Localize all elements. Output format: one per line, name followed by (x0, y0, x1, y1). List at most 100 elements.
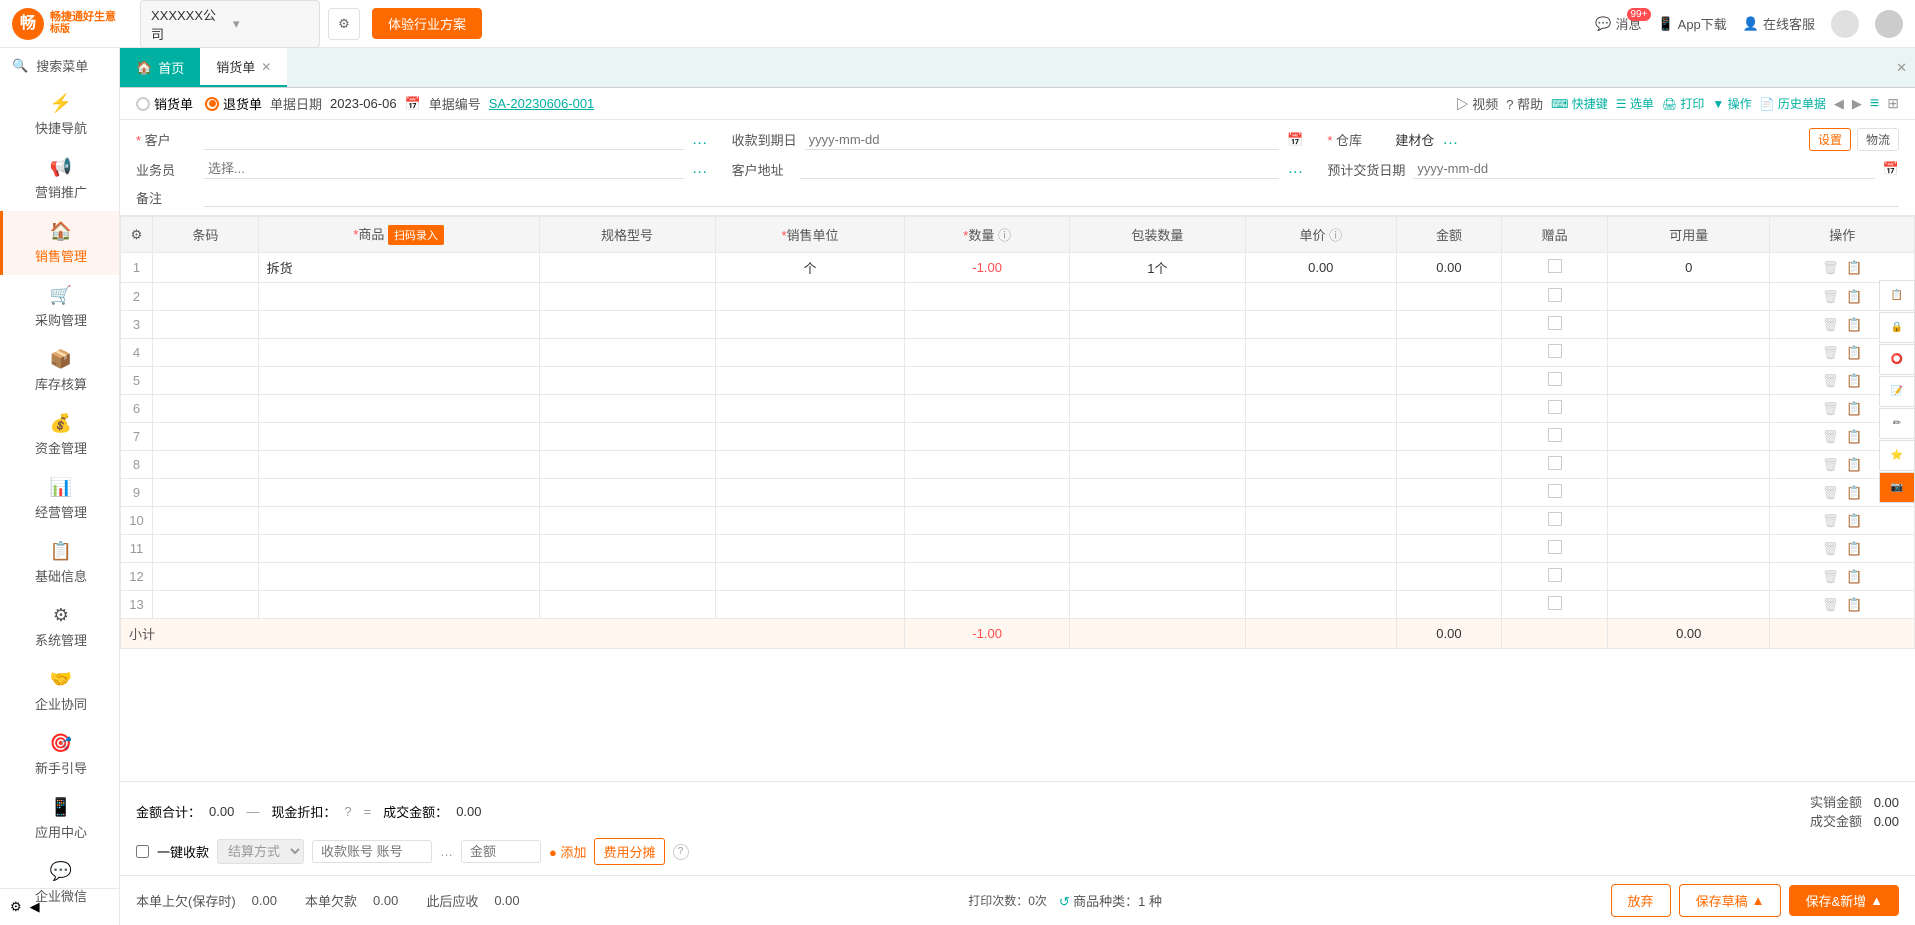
help-btn[interactable]: ? 帮助 (1506, 94, 1543, 113)
row-pkg-qty[interactable] (1069, 367, 1245, 395)
row-unit-price[interactable] (1245, 339, 1396, 367)
row-amount[interactable] (1396, 395, 1502, 423)
row-gift[interactable] (1502, 451, 1608, 479)
sidebar-item-system[interactable]: ⚙ 系统管理 (0, 595, 119, 659)
row-barcode[interactable] (153, 253, 259, 283)
row-qty[interactable] (905, 395, 1069, 423)
sidebar-item-sales[interactable]: 🏠 销售管理 (0, 211, 119, 275)
row-spec[interactable] (539, 507, 715, 535)
copy-icon[interactable]: 📋 (1846, 260, 1862, 275)
delete-icon[interactable]: 🗑 (1822, 597, 1839, 612)
row-amount[interactable] (1396, 479, 1502, 507)
row-gift[interactable] (1502, 253, 1608, 283)
row-gift[interactable] (1502, 507, 1608, 535)
rp-btn-1[interactable]: 📋 (1879, 280, 1915, 311)
sidebar-item-guide[interactable]: 🎯 新手引导 (0, 723, 119, 787)
company-selector[interactable]: XXXXXX公司 ▾ (140, 0, 320, 48)
row-unit[interactable] (715, 451, 905, 479)
delete-icon[interactable]: 🗑 (1822, 457, 1839, 472)
salesperson-ellipsis[interactable]: … (692, 160, 708, 178)
copy-icon[interactable]: 📋 (1846, 317, 1862, 332)
row-qty[interactable] (905, 367, 1069, 395)
row-amount[interactable]: 0.00 (1396, 253, 1502, 283)
row-pkg-qty[interactable] (1069, 479, 1245, 507)
discount-help[interactable]: ? (344, 804, 351, 819)
row-barcode[interactable] (153, 479, 259, 507)
row-unit[interactable]: 个 (715, 253, 905, 283)
amount-input[interactable] (461, 840, 541, 863)
row-barcode[interactable] (153, 395, 259, 423)
row-unit[interactable] (715, 423, 905, 451)
radio-sales-order[interactable]: 销货单 (136, 94, 193, 113)
row-amount[interactable] (1396, 591, 1502, 619)
copy-icon[interactable]: 📋 (1846, 597, 1862, 612)
copy-icon[interactable]: 📋 (1846, 345, 1862, 360)
calendar-icon-2[interactable]: 📅 (1287, 132, 1303, 148)
nav-next-btn[interactable]: ▶ (1852, 96, 1862, 112)
row-spec[interactable] (539, 535, 715, 563)
copy-icon[interactable]: 📋 (1846, 429, 1862, 444)
print-btn[interactable]: 🖨 打印 (1662, 95, 1705, 112)
delete-icon[interactable]: 🗑 (1822, 401, 1839, 416)
settings-button[interactable]: ⚙ (328, 8, 360, 40)
row-qty[interactable] (905, 591, 1069, 619)
row-barcode[interactable] (153, 339, 259, 367)
copy-icon[interactable]: 📋 (1846, 541, 1862, 556)
row-product[interactable]: 拆货 (258, 253, 539, 283)
row-unit[interactable] (715, 563, 905, 591)
row-unit-price[interactable] (1245, 563, 1396, 591)
row-pkg-qty[interactable] (1069, 535, 1245, 563)
row-product[interactable] (258, 367, 539, 395)
row-unit[interactable] (715, 311, 905, 339)
sidebar-collapse-icon[interactable]: ◀ (30, 899, 40, 915)
row-gift[interactable] (1502, 479, 1608, 507)
row-unit-price[interactable] (1245, 367, 1396, 395)
sidebar-item-inventory[interactable]: 📦 库存核算 (0, 339, 119, 403)
sidebar-settings-icon[interactable]: ⚙ (10, 899, 22, 915)
row-spec[interactable] (539, 479, 715, 507)
row-product[interactable] (258, 563, 539, 591)
row-product[interactable] (258, 535, 539, 563)
row-unit-price[interactable] (1245, 591, 1396, 619)
radio-return-order[interactable]: 退货单 (205, 94, 262, 113)
customer-input[interactable] (204, 130, 684, 150)
row-unit[interactable] (715, 507, 905, 535)
row-unit-price[interactable] (1245, 311, 1396, 339)
sidebar-item-finance[interactable]: 💰 资金管理 (0, 403, 119, 467)
row-pkg-qty[interactable] (1069, 283, 1245, 311)
row-pkg-qty[interactable] (1069, 451, 1245, 479)
sidebar-item-marketing[interactable]: 📢 营销推广 (0, 147, 119, 211)
shortcut-btn[interactable]: ⌨ 快捷键 (1551, 95, 1608, 112)
account-input[interactable] (312, 840, 432, 863)
salesperson-input[interactable] (204, 159, 684, 179)
scan-btn[interactable]: 扫码录入 (388, 225, 444, 245)
row-amount[interactable] (1396, 367, 1502, 395)
row-amount[interactable] (1396, 311, 1502, 339)
row-barcode[interactable] (153, 283, 259, 311)
row-product[interactable] (258, 423, 539, 451)
row-qty[interactable] (905, 507, 1069, 535)
view-grid-btn[interactable]: ⊞ (1887, 95, 1899, 112)
calendar-icon[interactable]: 📅 (405, 96, 421, 112)
addr-ellipsis[interactable]: … (1287, 160, 1303, 178)
row-unit-price[interactable] (1245, 479, 1396, 507)
message-button[interactable]: 💬 消息 99+ (1595, 14, 1641, 33)
row-pkg-qty[interactable] (1069, 507, 1245, 535)
row-product[interactable] (258, 507, 539, 535)
copy-icon[interactable]: 📋 (1846, 513, 1862, 528)
row-product[interactable] (258, 451, 539, 479)
row-unit[interactable] (715, 367, 905, 395)
row-pkg-qty[interactable]: 1个 (1069, 253, 1245, 283)
row-product[interactable] (258, 479, 539, 507)
discard-button[interactable]: 放弃 (1611, 884, 1671, 917)
rp-btn-4[interactable]: 📝 (1879, 376, 1915, 407)
delete-icon[interactable]: 🗑 (1822, 289, 1839, 304)
row-product[interactable] (258, 591, 539, 619)
operation-btn[interactable]: ▼ 操作 (1712, 95, 1751, 112)
row-amount[interactable] (1396, 451, 1502, 479)
row-barcode[interactable] (153, 423, 259, 451)
copy-icon[interactable]: 📋 (1846, 401, 1862, 416)
row-unit-price[interactable] (1245, 535, 1396, 563)
row-qty[interactable] (905, 563, 1069, 591)
row-amount[interactable] (1396, 283, 1502, 311)
